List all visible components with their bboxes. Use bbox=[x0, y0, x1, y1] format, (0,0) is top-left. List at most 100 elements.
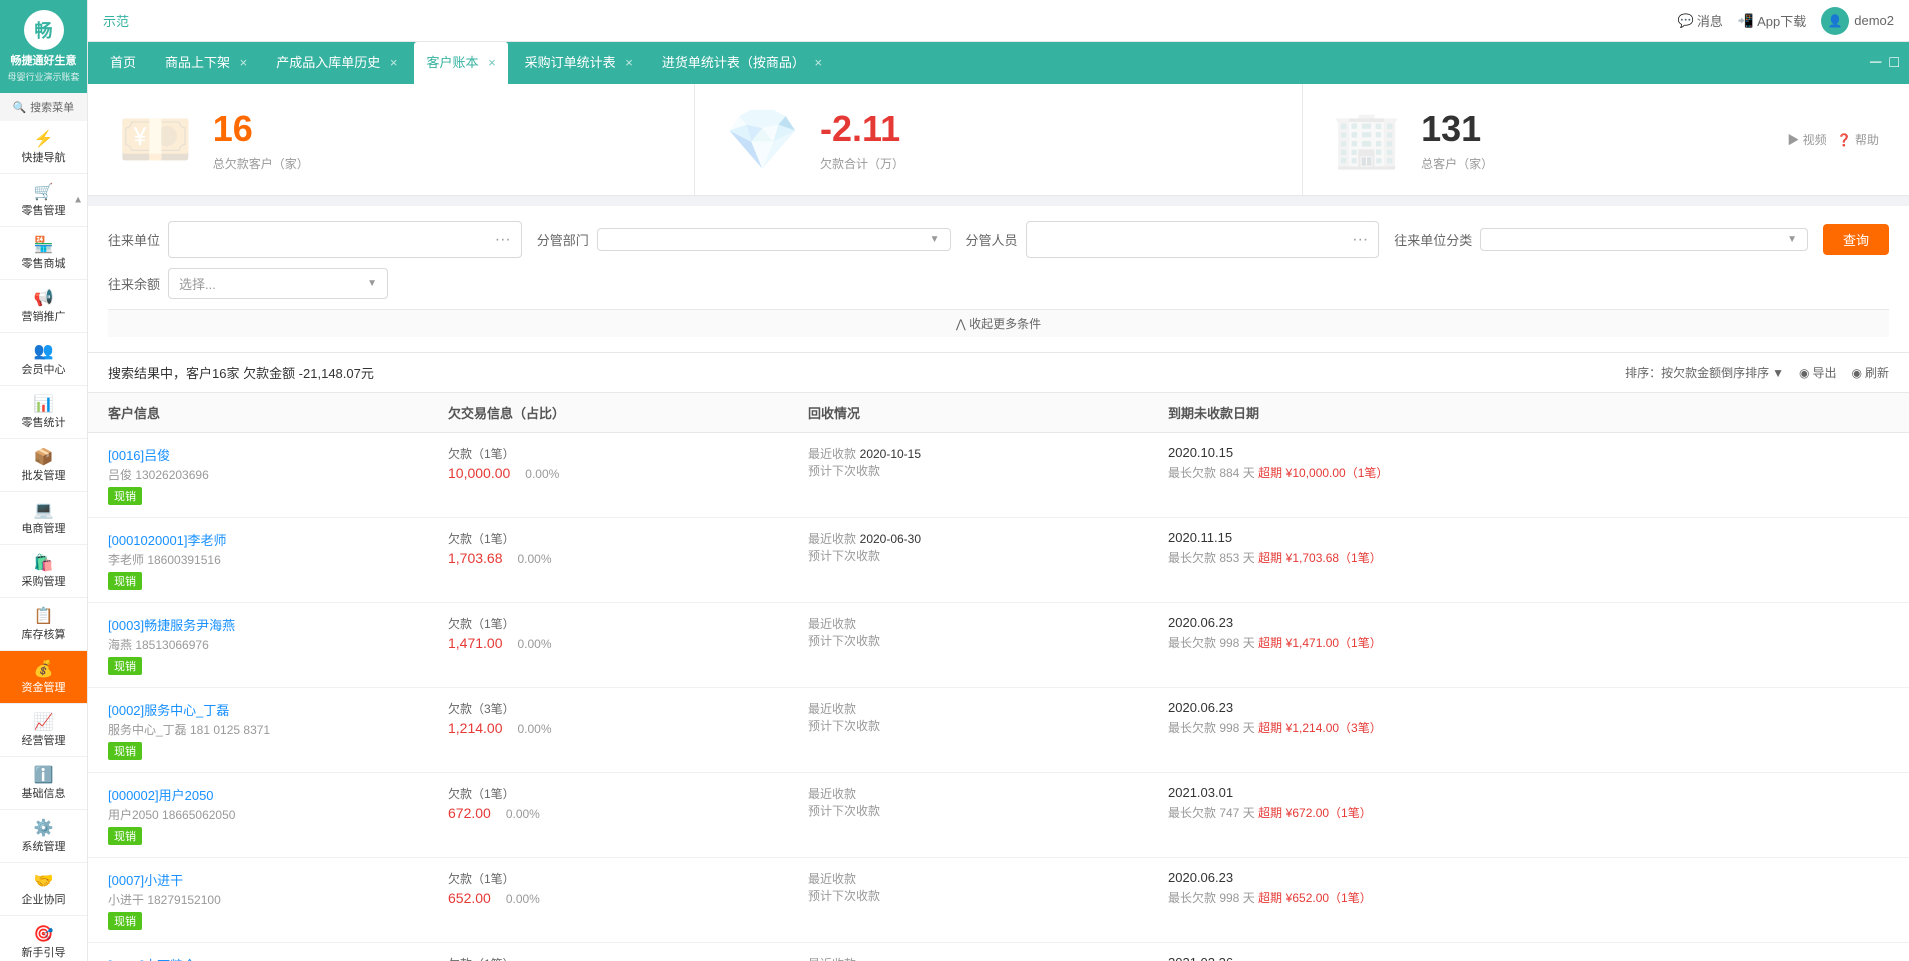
system-label: 系统管理 bbox=[4, 838, 83, 854]
status-badge-5: 现销 bbox=[108, 827, 142, 845]
sidebar-item-purchase[interactable]: 🛍️ 采购管理 bbox=[0, 545, 87, 598]
customer-name-5[interactable]: [000002]用户2050 bbox=[108, 785, 448, 804]
demo-tag[interactable]: 示范 bbox=[103, 11, 129, 30]
customer-name-3[interactable]: [0003]畅捷服务尹海燕 bbox=[108, 615, 448, 634]
customer-name-2[interactable]: [0001020001]李老师 bbox=[108, 530, 448, 549]
last-collection-7: 最近收款 bbox=[808, 955, 1168, 961]
customer-name-1[interactable]: [0016]吕俊 bbox=[108, 445, 448, 464]
sidebar-item-enterprise[interactable]: 🤝 企业协同 bbox=[0, 863, 87, 916]
tab-close-icon5[interactable]: × bbox=[815, 55, 823, 70]
sort-dropdown-icon[interactable]: ▼ bbox=[1772, 366, 1784, 380]
tab-production-history[interactable]: 产成品入库单历史 × bbox=[264, 42, 409, 84]
filter-input-unit[interactable] bbox=[179, 227, 495, 252]
enterprise-label: 企业协同 bbox=[4, 891, 83, 907]
sidebar-item-marketing[interactable]: 📢 营销推广 bbox=[0, 280, 87, 333]
tab-close-icon2[interactable]: × bbox=[390, 55, 398, 70]
last-collection-5: 最近收款 bbox=[808, 785, 1168, 802]
customer-phone-3: 海燕 18513066976 bbox=[108, 636, 448, 653]
overdue-info-3: 最长欠款 998 天 超期 ¥1,471.00（1笔） bbox=[1168, 634, 1889, 651]
view-video-btn[interactable]: ▶ 视频 bbox=[1787, 131, 1826, 148]
sidebar-item-capital[interactable]: 💰 资金管理 bbox=[0, 651, 87, 704]
customer-name-7[interactable]: [0006]去下粮仓 bbox=[108, 955, 448, 961]
user-profile[interactable]: 👤 demo2 bbox=[1821, 7, 1894, 35]
tab-close-icon3[interactable]: × bbox=[488, 55, 496, 70]
member-icon: 👥 bbox=[4, 341, 83, 361]
filter-item-dept: 分管部门 ▼ bbox=[537, 228, 951, 251]
due-date-7: 2021.02.26 bbox=[1168, 955, 1889, 961]
customer-info-7: [0006]去下粮仓 陈小希 现销 bbox=[108, 955, 448, 961]
sort-selector[interactable]: 排序：按欠款金额倒序排序 ▼ bbox=[1625, 364, 1784, 381]
status-badge-3: 现销 bbox=[108, 657, 142, 675]
video-icon: ▶ bbox=[1787, 133, 1799, 147]
tab-purchase-product-stats[interactable]: 进货单统计表（按商品） × bbox=[650, 42, 834, 84]
operation-label: 经营管理 bbox=[4, 732, 83, 748]
filter-item-category: 往来单位分类 ▼ bbox=[1394, 228, 1808, 251]
ecommerce-label: 电商管理 bbox=[4, 520, 83, 536]
sidebar-item-batch-mgmt[interactable]: 📦 批发管理 bbox=[0, 439, 87, 492]
tab-customer-account[interactable]: 客户账本 × bbox=[414, 42, 507, 84]
sidebar-item-system[interactable]: ⚙️ 系统管理 bbox=[0, 810, 87, 863]
filter-dots-manager[interactable]: ··· bbox=[1352, 231, 1368, 249]
tab-close-icon[interactable]: × bbox=[240, 55, 248, 70]
sidebar-item-retail-mall[interactable]: 🏪 零售商城 bbox=[0, 227, 87, 280]
tab-close-icon4[interactable]: × bbox=[625, 55, 633, 70]
stat-value-customers: 131 bbox=[1421, 108, 1493, 150]
capital-icon: 💰 bbox=[4, 659, 83, 679]
customer-phone-2: 李老师 18600391516 bbox=[108, 551, 448, 568]
sidebar-item-quick-nav[interactable]: ⚡ 快捷导航 bbox=[0, 121, 87, 174]
filter-label-category: 往来单位分类 bbox=[1394, 230, 1472, 249]
newbie-label: 新手引导 bbox=[4, 944, 83, 960]
balance-dropdown-icon[interactable]: ▼ bbox=[367, 278, 377, 289]
debt-row-2: 1,703.68 0.00% bbox=[448, 547, 808, 566]
sidebar-item-inventory[interactable]: 📋 库存核算 bbox=[0, 598, 87, 651]
filter-input-manager[interactable] bbox=[1037, 227, 1353, 252]
debt-ratio-5: 0.00% bbox=[506, 807, 540, 821]
tab-home[interactable]: 首页 bbox=[98, 42, 148, 84]
sidebar-item-retail-stats[interactable]: 📊 零售统计 bbox=[0, 386, 87, 439]
stat-values-customers: 131 总客户（家） bbox=[1421, 108, 1493, 172]
maximize-btn[interactable]: □ bbox=[1889, 54, 1899, 72]
sidebar-item-basic-info[interactable]: ℹ️ 基础信息 bbox=[0, 757, 87, 810]
overdue-amount-6[interactable]: ¥652.00（1笔） bbox=[1286, 891, 1372, 905]
sidebar-item-newbie[interactable]: 🎯 新手引导 bbox=[0, 916, 87, 961]
export-btn[interactable]: ◉ 导出 bbox=[1799, 364, 1837, 381]
minimize-btn[interactable]: ─ bbox=[1870, 54, 1881, 72]
app-download-btn[interactable]: 📲 App下载 bbox=[1738, 11, 1806, 30]
view-video-label: 视频 bbox=[1803, 133, 1827, 147]
sidebar-item-member[interactable]: 👥 会员中心 bbox=[0, 333, 87, 386]
message-btn[interactable]: 💬 消息 bbox=[1678, 11, 1723, 30]
refresh-icon: ◉ bbox=[1852, 366, 1862, 380]
customer-phone-6: 小进干 18279152100 bbox=[108, 891, 448, 908]
col-header-customer: 客户信息 bbox=[108, 403, 448, 422]
due-date-info-7: 2021.02.26 最长欠款 750 天 超期 ¥455.90（1笔） bbox=[1168, 955, 1889, 961]
tab-purchase-stats[interactable]: 采购订单统计表 × bbox=[513, 42, 645, 84]
search-menu[interactable]: 🔍 搜索菜单 bbox=[0, 93, 87, 121]
sidebar-item-retail-mgmt[interactable]: 🛒 零售管理 ▲ bbox=[0, 174, 87, 227]
dept-dropdown-icon[interactable]: ▼ bbox=[930, 234, 940, 245]
overdue-amount-3[interactable]: ¥1,471.00（1笔） bbox=[1286, 636, 1382, 650]
overdue-amount-2[interactable]: ¥1,703.68（1笔） bbox=[1286, 551, 1382, 565]
filter-dots-unit[interactable]: ··· bbox=[495, 231, 511, 249]
due-date-4: 2020.06.23 bbox=[1168, 700, 1889, 715]
category-dropdown-icon[interactable]: ▼ bbox=[1787, 234, 1797, 245]
collapse-filter-btn[interactable]: ⋀ 收起更多条件 bbox=[108, 309, 1889, 337]
customer-name-6[interactable]: [0007]小进干 bbox=[108, 870, 448, 889]
sidebar-item-ecommerce[interactable]: 💻 电商管理 bbox=[0, 492, 87, 545]
customer-name-4[interactable]: [0002]服务中心_丁磊 bbox=[108, 700, 448, 719]
tab-product-shelf[interactable]: 商品上下架 × bbox=[153, 42, 259, 84]
overdue-amount-1[interactable]: ¥10,000.00（1笔） bbox=[1286, 466, 1389, 480]
sidebar-logo: 畅 畅捷通好生意 母婴行业演示账套 bbox=[0, 0, 87, 93]
sidebar-item-operation[interactable]: 📈 经营管理 bbox=[0, 704, 87, 757]
overdue-amount-4[interactable]: ¥1,214.00（3笔） bbox=[1286, 721, 1382, 735]
overdue-amount-5[interactable]: ¥672.00（1笔） bbox=[1286, 806, 1372, 820]
marketing-label: 营销推广 bbox=[4, 308, 83, 324]
newbie-icon: 🎯 bbox=[4, 924, 83, 944]
query-button[interactable]: 查询 bbox=[1823, 224, 1889, 255]
customer-info-4: [0002]服务中心_丁磊 服务中心_丁磊 181 0125 8371 现销 bbox=[108, 700, 448, 760]
help-btn[interactable]: ❓ 帮助 bbox=[1837, 131, 1879, 148]
logo-sub: 母婴行业演示账套 bbox=[7, 70, 79, 83]
last-collection-1: 最近收款 2020-10-15 bbox=[808, 445, 1168, 462]
collapse-label: 收起更多条件 bbox=[969, 317, 1041, 331]
logo-text: 畅捷通好生意 bbox=[11, 55, 77, 68]
refresh-btn[interactable]: ◉ 刷新 bbox=[1852, 364, 1890, 381]
